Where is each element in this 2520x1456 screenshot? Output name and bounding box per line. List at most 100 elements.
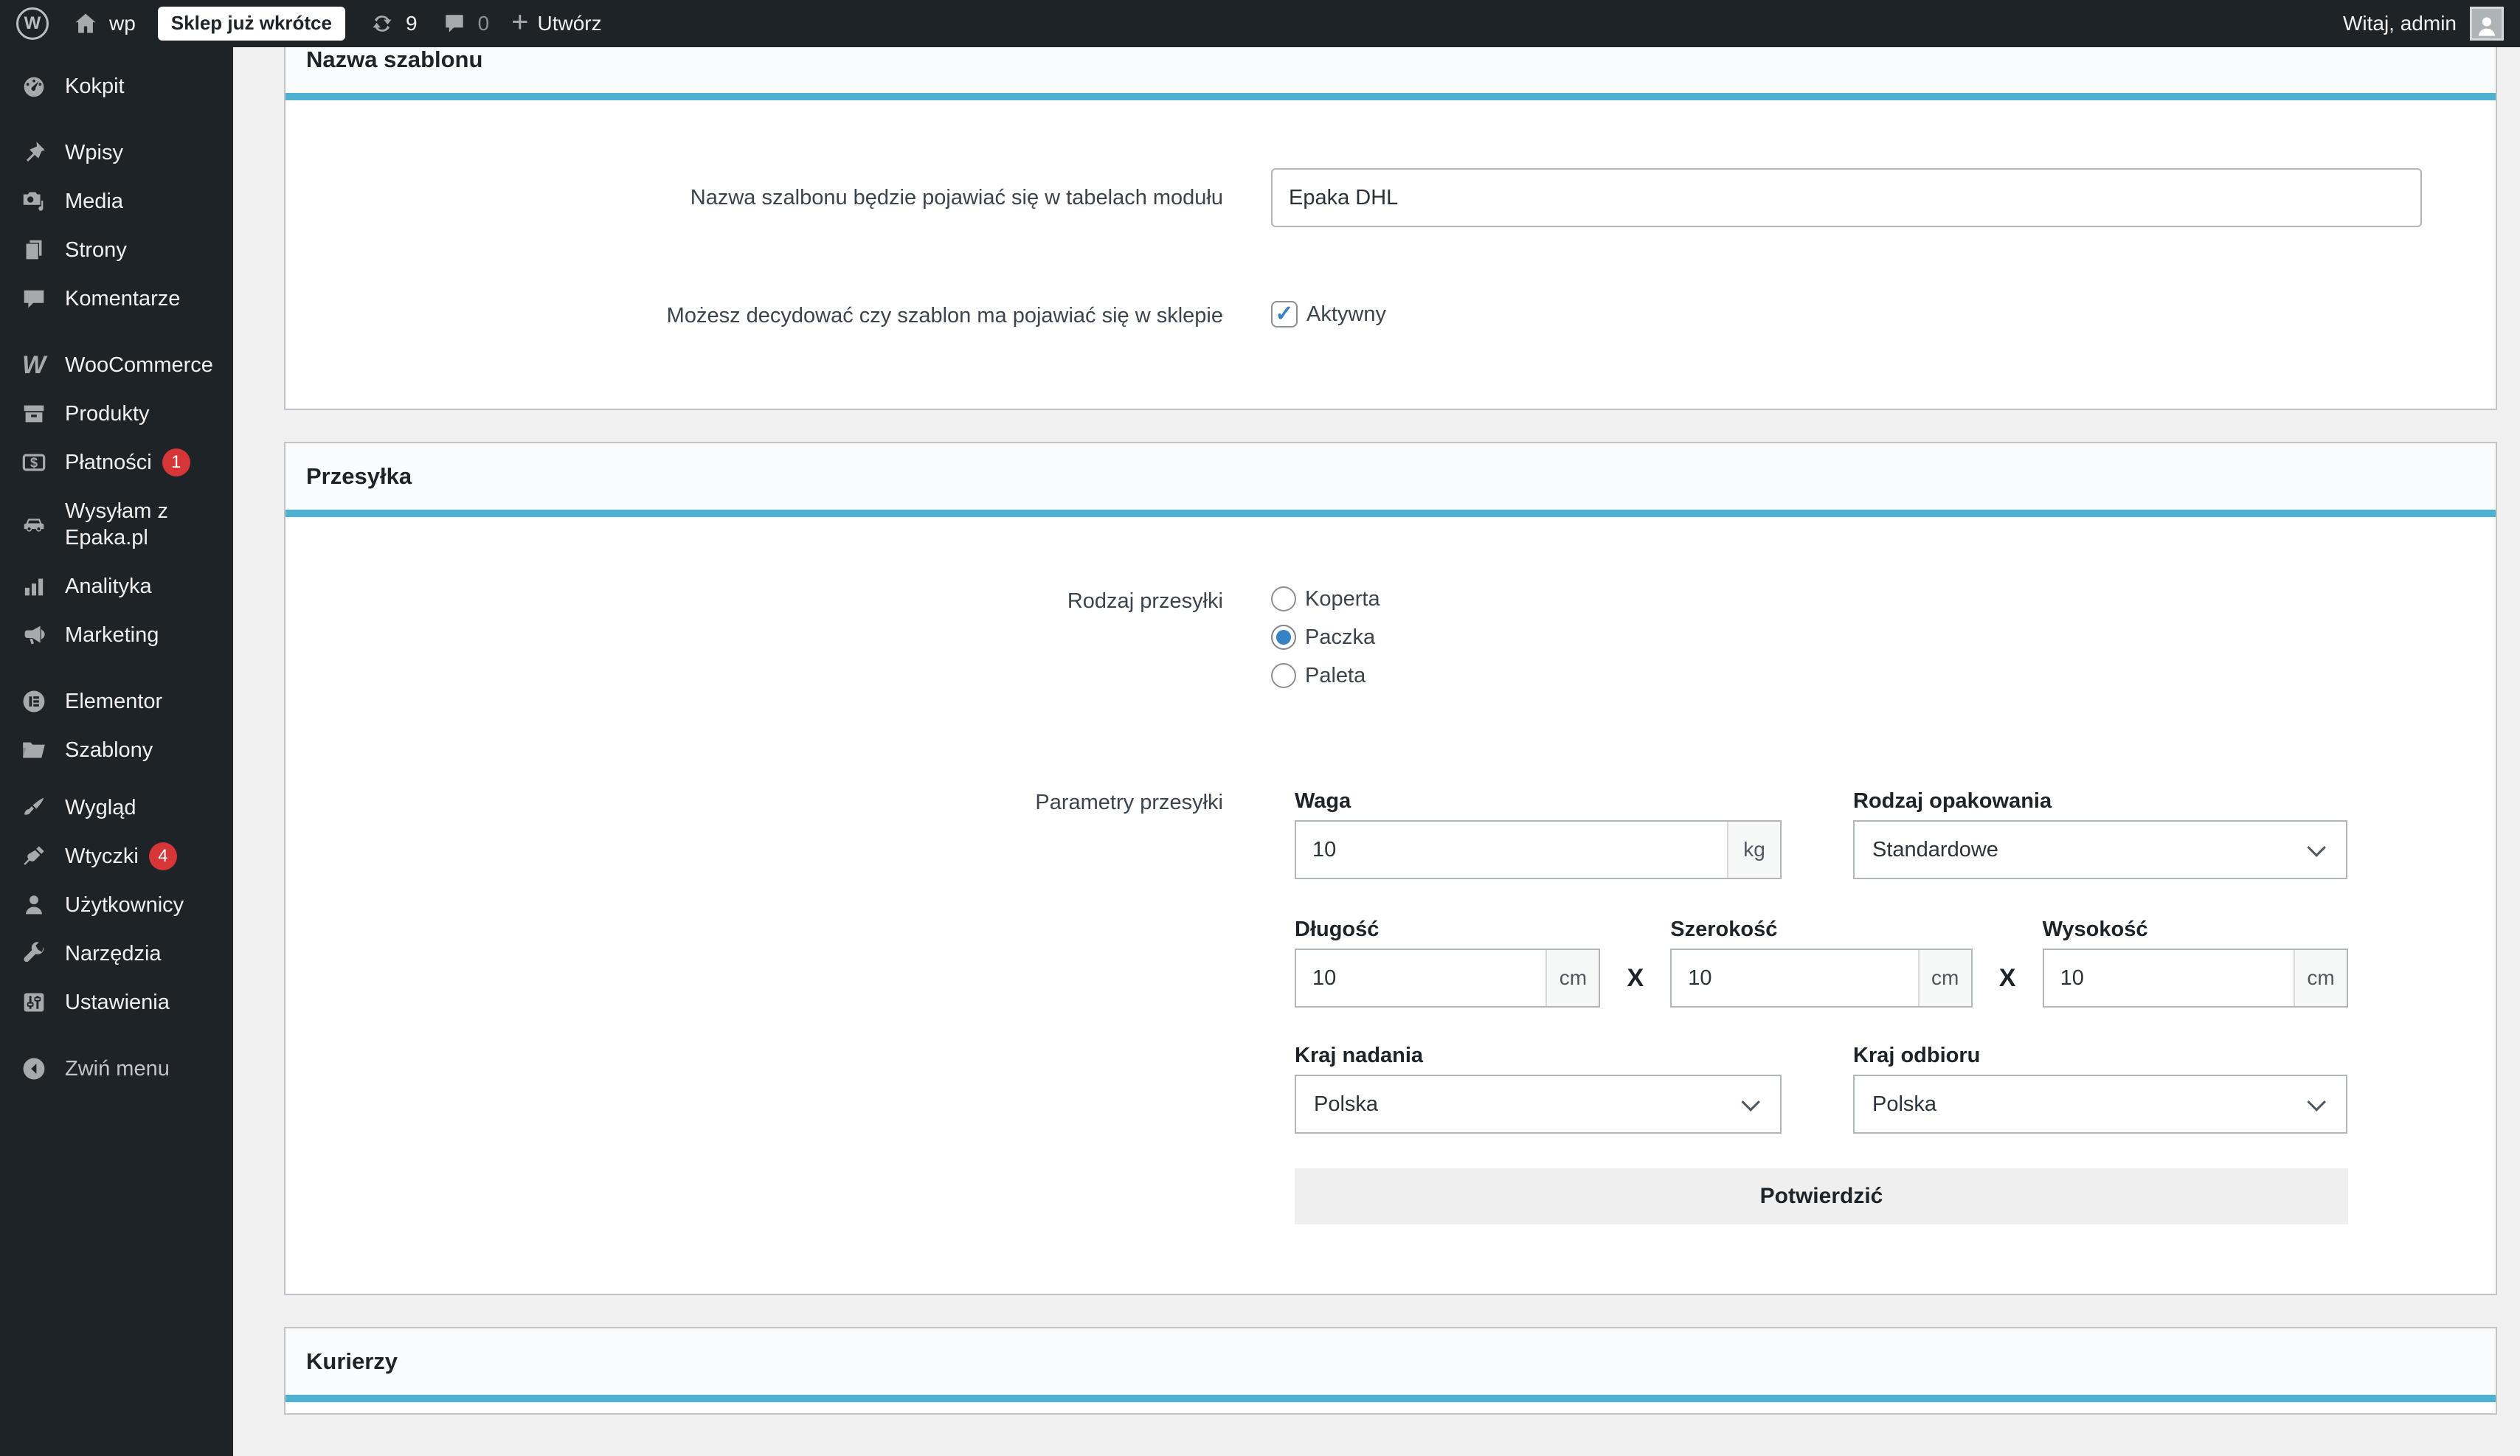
- origin-country-label: Kraj nadania: [1295, 1044, 1424, 1067]
- destination-country-label: Kraj odbioru: [1853, 1044, 1981, 1067]
- sidebar-item-label: Kokpit: [65, 74, 125, 98]
- comments-icon: [19, 284, 49, 313]
- avatar[interactable]: [2470, 7, 2504, 41]
- radio-option-koperta[interactable]: Koperta: [1271, 586, 2496, 611]
- destination-country-value: Polska: [1872, 1092, 1937, 1116]
- dashboard-icon: [19, 72, 49, 101]
- folder-icon: [19, 735, 49, 765]
- pin-icon: [19, 138, 49, 167]
- sidebar-item-label: Zwiń menu: [65, 1056, 170, 1081]
- comments-menu[interactable]: 0: [440, 9, 489, 38]
- sidebar-item-label: Narzędzia: [65, 941, 162, 966]
- sidebar-item-kokpit[interactable]: Kokpit: [0, 62, 233, 111]
- radio-paleta[interactable]: [1271, 663, 1296, 688]
- sidebar-item-produkty[interactable]: Produkty: [0, 389, 233, 438]
- car-icon: [19, 510, 49, 539]
- panel-couriers-header: Kurierzy: [285, 1328, 2496, 1402]
- sidebar-item-label: Szablony: [65, 738, 153, 762]
- new-content-menu[interactable]: + Utwórz: [511, 7, 601, 37]
- elementor-icon: [19, 687, 49, 716]
- panel-title: Nazwa szablonu: [306, 46, 483, 72]
- height-input[interactable]: 10: [2044, 950, 2294, 1006]
- weight-input-group: 10 kg: [1295, 820, 1782, 879]
- sidebar-item-label: Użytkownicy: [65, 892, 184, 917]
- shipment-type-row: Rodzaj przesyłki Koperta Paczka Paleta: [285, 586, 2496, 701]
- width-input[interactable]: 10: [1672, 950, 1917, 1006]
- sidebar-item-label: Ustawienia: [65, 990, 170, 1014]
- panel-shipment: Przesyłka Rodzaj przesyłki Koperta Paczk…: [284, 442, 2497, 1295]
- sidebar-item-media[interactable]: Media: [0, 177, 233, 226]
- sidebar-item-elementor[interactable]: Elementor: [0, 677, 233, 726]
- site-name-link[interactable]: wp: [71, 9, 136, 38]
- chevron-down-icon: [1741, 1092, 1760, 1112]
- panel-template-name: Nazwa szablonu Nazwa szalbonu będzie poj…: [284, 25, 2497, 410]
- svg-text:$: $: [30, 455, 38, 470]
- height-unit: cm: [2293, 950, 2347, 1006]
- length-input-group: 10 cm: [1295, 949, 1601, 1008]
- updates-menu[interactable]: 9: [367, 9, 418, 38]
- confirm-button[interactable]: Potwierdzić: [1295, 1168, 2348, 1224]
- width-input-group: 10 cm: [1670, 949, 1973, 1008]
- sidebar-item-ustawienia[interactable]: Ustawienia: [0, 978, 233, 1027]
- wordpress-logo-icon: W: [16, 7, 49, 40]
- sidebar-item-wyglad[interactable]: Wygląd: [0, 783, 233, 832]
- packaging-select-value: Standardowe: [1872, 837, 1998, 862]
- products-icon: [19, 399, 49, 429]
- sidebar-item-strony[interactable]: Strony: [0, 226, 233, 274]
- collapse-menu-icon: [19, 1054, 49, 1084]
- active-checkbox[interactable]: ✓: [1271, 301, 1298, 327]
- sidebar-item-label: Media: [65, 189, 123, 213]
- comment-icon: [440, 9, 469, 38]
- panel-couriers: Kurierzy: [284, 1327, 2497, 1415]
- height-label: Wysokość: [2042, 918, 2148, 941]
- sidebar-item-narzedzia[interactable]: Narzędzia: [0, 929, 233, 978]
- packaging-select[interactable]: Standardowe: [1853, 820, 2347, 879]
- sidebar-item-wtyczki[interactable]: Wtyczki 4: [0, 832, 233, 881]
- plugin-icon: [19, 842, 49, 871]
- sidebar-item-wysylam-z-epaka[interactable]: Wysyłam z Epaka.pl: [0, 487, 233, 562]
- sidebar-separator: [0, 1027, 233, 1044]
- wordpress-logo-menu[interactable]: W: [16, 7, 49, 40]
- template-active-label: Możesz decydować czy szablon ma pojawiać…: [666, 304, 1223, 327]
- shipment-params-row: Parametry przesyłki Waga 10 kg Rodzaj op…: [285, 788, 2496, 1294]
- sidebar-item-komentarze[interactable]: Komentarze: [0, 274, 233, 323]
- sidebar-item-zwin-menu[interactable]: Zwiń menu: [0, 1044, 233, 1093]
- radio-paleta-label: Paleta: [1305, 663, 1366, 687]
- width-label: Szerokość: [1670, 918, 1778, 941]
- sidebar-item-woocommerce[interactable]: W WooCommerce: [0, 341, 233, 389]
- sidebar-item-analityka[interactable]: Analityka: [0, 562, 233, 611]
- radio-koperta[interactable]: [1271, 586, 1296, 611]
- plugins-badge: 4: [148, 842, 177, 870]
- woocommerce-icon: W: [21, 350, 46, 379]
- sidebar-separator: [0, 659, 233, 677]
- sidebar-item-szablony[interactable]: Szablony: [0, 726, 233, 774]
- origin-country-value: Polska: [1314, 1092, 1379, 1116]
- analytics-icon: [19, 572, 49, 601]
- weight-input[interactable]: 10: [1296, 822, 1727, 878]
- home-icon: [71, 9, 100, 38]
- payments-icon: $: [19, 448, 49, 477]
- radio-option-paczka[interactable]: Paczka: [1271, 625, 2496, 650]
- destination-country-select[interactable]: Polska: [1853, 1075, 2347, 1134]
- sidebar-item-label: Płatności: [65, 450, 152, 474]
- sidebar-item-marketing[interactable]: Marketing: [0, 611, 233, 659]
- length-input[interactable]: 10: [1296, 950, 1545, 1006]
- sidebar-item-label: Wygląd: [65, 795, 136, 819]
- users-icon: [19, 890, 49, 920]
- origin-country-select[interactable]: Polska: [1295, 1075, 1782, 1134]
- panel-shipment-header: Przesyłka: [285, 443, 2496, 517]
- length-unit: cm: [1545, 950, 1599, 1006]
- sidebar-item-label: Wpisy: [65, 140, 123, 164]
- template-name-input[interactable]: Epaka DHL: [1271, 168, 2422, 227]
- radio-option-paleta[interactable]: Paleta: [1271, 663, 2496, 688]
- panel-title: Przesyłka: [306, 463, 412, 489]
- sidebar-item-platnosci[interactable]: $ Płatności 1: [0, 438, 233, 487]
- sidebar-item-label: Produkty: [65, 401, 150, 426]
- template-name-row: Nazwa szalbonu będzie pojawiać się w tab…: [285, 168, 2496, 227]
- radio-paczka[interactable]: [1271, 625, 1296, 650]
- sidebar-item-uzytkownicy[interactable]: Użytkownicy: [0, 881, 233, 929]
- shipment-params-label: Parametry przesyłki: [1035, 791, 1223, 814]
- sidebar-item-wpisy[interactable]: Wpisy: [0, 128, 233, 177]
- admin-bar: W wp Sklep już wkrótce 9 0 + Utwórz Wita…: [0, 0, 2520, 47]
- shipment-type-label: Rodzaj przesyłki: [1067, 589, 1223, 613]
